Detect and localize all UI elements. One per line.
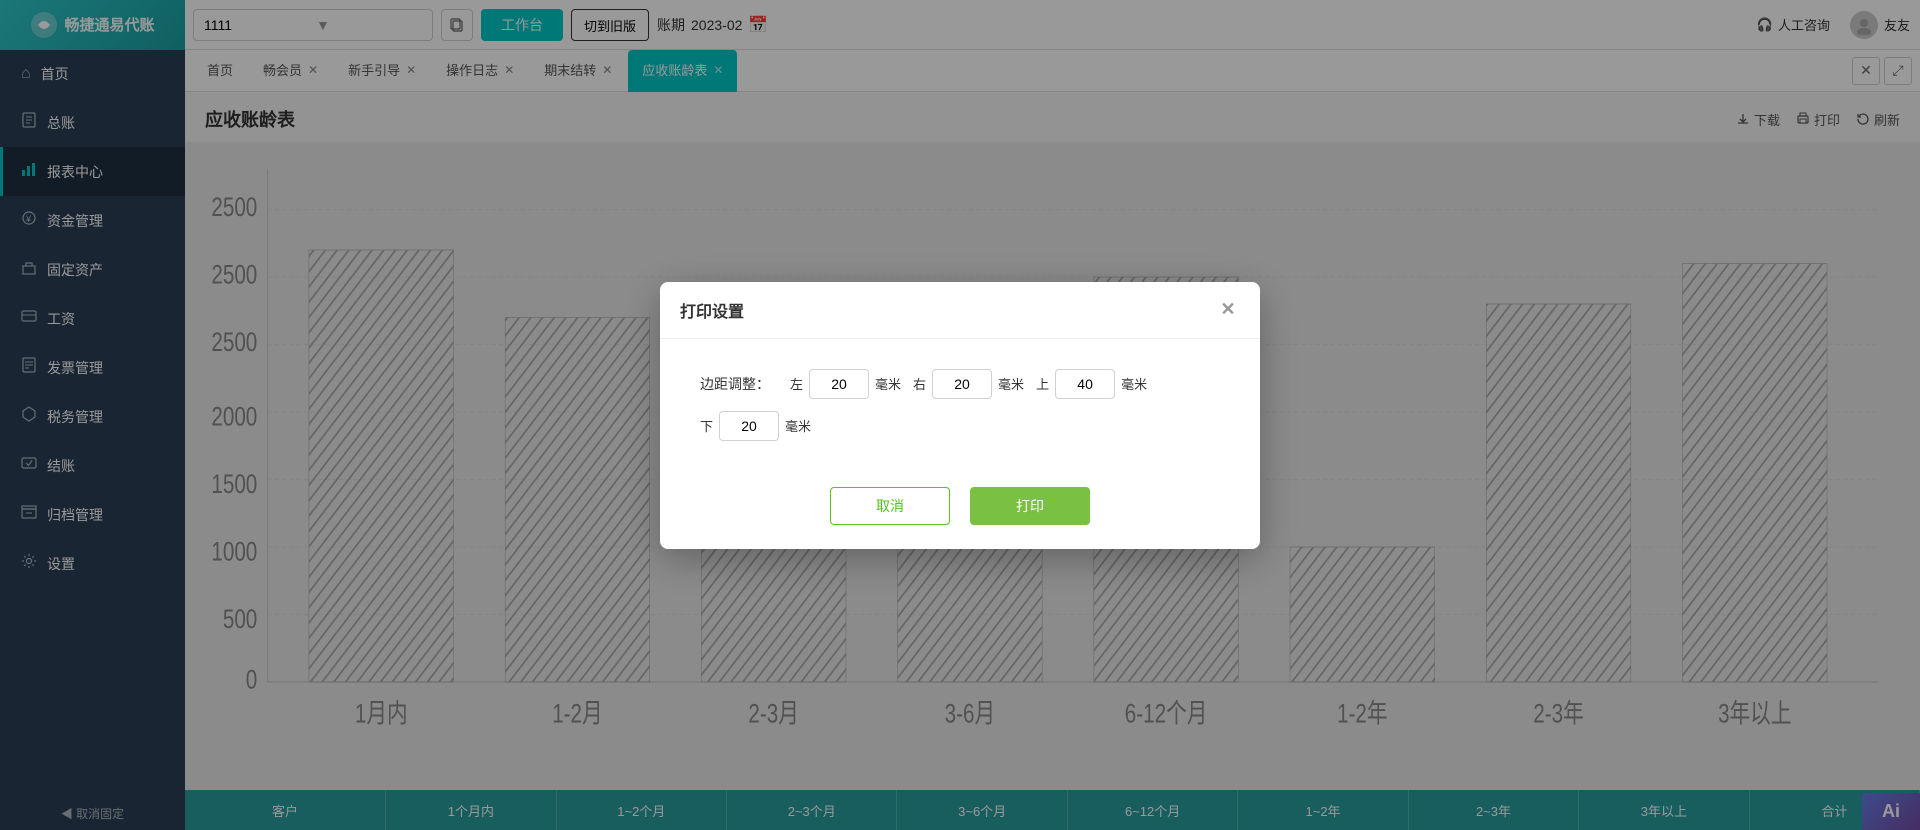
margin-top-group: 上 毫米 (1036, 369, 1147, 399)
margin-bottom-group: 下 毫米 (700, 411, 811, 441)
print-settings-modal: 打印设置 ✕ 边距调整： 左 毫米 右 毫米 上 毫米 (660, 282, 1260, 549)
margin-label: 边距调整： (700, 374, 770, 394)
modal-body: 边距调整： 左 毫米 右 毫米 上 毫米 下 (660, 339, 1260, 471)
margin-right-group: 右 毫米 (913, 369, 1024, 399)
bottom-unit-label: 毫米 (785, 416, 811, 435)
right-direction-label: 右 (913, 374, 926, 393)
right-unit-label: 毫米 (998, 374, 1024, 393)
modal-title: 打印设置 (680, 298, 744, 322)
confirm-print-button[interactable]: 打印 (970, 487, 1090, 525)
top-unit-label: 毫米 (1121, 374, 1147, 393)
modal-overlay[interactable]: 打印设置 ✕ 边距调整： 左 毫米 右 毫米 上 毫米 (0, 0, 1920, 830)
margin-left-group: 左 毫米 (790, 369, 901, 399)
right-margin-input[interactable] (932, 369, 992, 399)
bottom-direction-label: 下 (700, 416, 713, 435)
modal-footer: 取消 打印 (660, 471, 1260, 549)
bottom-margin-input[interactable] (719, 411, 779, 441)
left-direction-label: 左 (790, 374, 803, 393)
modal-header: 打印设置 ✕ (660, 282, 1260, 339)
top-margin-input[interactable] (1055, 369, 1115, 399)
left-unit-label: 毫米 (875, 374, 901, 393)
cancel-button[interactable]: 取消 (830, 487, 950, 525)
modal-close-button[interactable]: ✕ (1216, 298, 1240, 322)
left-margin-input[interactable] (809, 369, 869, 399)
top-direction-label: 上 (1036, 374, 1049, 393)
margin-row: 边距调整： 左 毫米 右 毫米 上 毫米 下 (700, 369, 1220, 441)
